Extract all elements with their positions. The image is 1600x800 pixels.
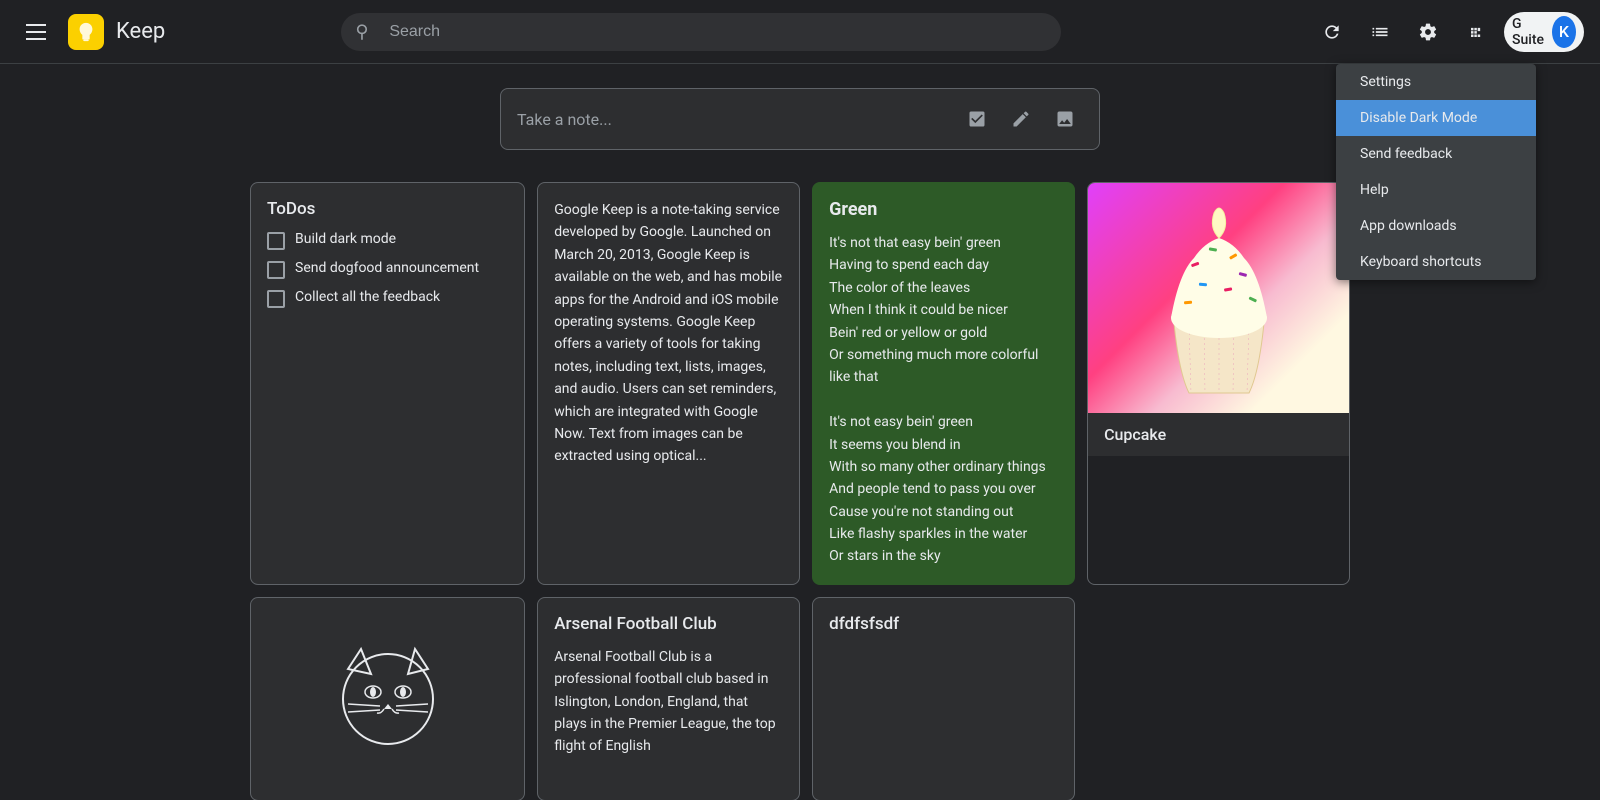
note-input-icons xyxy=(959,101,1083,137)
search-input[interactable] xyxy=(341,13,1061,51)
search-bar[interactable]: ⚲ xyxy=(341,13,1061,51)
dfdf-title: dfdfsfsdf xyxy=(829,614,1058,634)
cat-drawing xyxy=(323,614,453,784)
cat-drawing-card[interactable] xyxy=(250,597,525,800)
dropdown-menu: Settings Disable Dark Mode Send feedback… xyxy=(1336,64,1536,280)
note-input-placeholder: Take a note... xyxy=(517,110,612,129)
hamburger-line xyxy=(26,24,46,26)
settings-button[interactable] xyxy=(1408,12,1448,52)
header-right: G Suite K xyxy=(1312,12,1584,52)
dropdown-send-feedback[interactable]: Send feedback xyxy=(1336,136,1536,172)
todo-item-1: Build dark mode xyxy=(267,231,508,250)
apps-button[interactable] xyxy=(1456,12,1496,52)
checkbox-note-button[interactable] xyxy=(959,101,995,137)
todo-checkbox-3[interactable] xyxy=(267,290,285,308)
cat-sketch-svg xyxy=(323,634,453,764)
todos-title: ToDos xyxy=(267,199,508,219)
arsenal-title: Arsenal Football Club xyxy=(554,614,783,634)
todo-item-2: Send dogfood announcement xyxy=(267,260,508,279)
refresh-button[interactable] xyxy=(1312,12,1352,52)
cupcake-image xyxy=(1088,183,1349,413)
todo-checkbox-2[interactable] xyxy=(267,261,285,279)
dropdown-app-downloads[interactable]: App downloads xyxy=(1336,208,1536,244)
todos-card[interactable]: ToDos Build dark mode Send dogfood annou… xyxy=(250,182,525,585)
search-icon: ⚲ xyxy=(355,21,368,42)
avatar: K xyxy=(1552,16,1576,48)
google-keep-body: Google Keep is a note-taking service dev… xyxy=(554,199,783,468)
todo-checkbox-1[interactable] xyxy=(267,232,285,250)
dropdown-settings[interactable]: Settings xyxy=(1336,64,1536,100)
image-note-button[interactable] xyxy=(1047,101,1083,137)
app-title: Keep xyxy=(116,19,165,44)
hamburger-line xyxy=(26,31,46,33)
todo-item-3: Collect all the feedback xyxy=(267,289,508,308)
green-card[interactable]: Green It's not that easy bein' green Hav… xyxy=(812,182,1075,585)
dropdown-keyboard-shortcuts[interactable]: Keyboard shortcuts xyxy=(1336,244,1536,280)
google-keep-card[interactable]: Google Keep is a note-taking service dev… xyxy=(537,182,800,585)
dfdf-card[interactable]: dfdfsfsdf xyxy=(812,597,1075,800)
arsenal-body: Arsenal Football Club is a professional … xyxy=(554,646,783,758)
arsenal-card[interactable]: Arsenal Football Club Arsenal Football C… xyxy=(537,597,800,800)
dropdown-disable-dark-mode[interactable]: Disable Dark Mode xyxy=(1336,100,1536,136)
green-body: It's not that easy bein' green Having to… xyxy=(829,232,1058,568)
cupcake-title: Cupcake xyxy=(1088,413,1349,456)
todo-text-2: Send dogfood announcement xyxy=(295,260,479,276)
notes-grid: ToDos Build dark mode Send dogfood annou… xyxy=(250,182,1350,800)
app-header: Keep ⚲ G Suite K xyxy=(0,0,1600,64)
keep-logo-icon xyxy=(68,14,104,50)
green-title: Green xyxy=(829,199,1058,220)
todo-text-1: Build dark mode xyxy=(295,231,396,247)
pen-note-button[interactable] xyxy=(1003,101,1039,137)
todo-text-3: Collect all the feedback xyxy=(295,289,440,305)
hamburger-line xyxy=(26,38,46,40)
cupcake-card[interactable]: Cupcake xyxy=(1087,182,1350,585)
list-view-button[interactable] xyxy=(1360,12,1400,52)
hamburger-menu-button[interactable] xyxy=(16,12,56,52)
gsuite-label: G Suite xyxy=(1512,16,1546,48)
dropdown-help[interactable]: Help xyxy=(1336,172,1536,208)
header-left: Keep xyxy=(16,12,216,52)
note-input-area[interactable]: Take a note... xyxy=(500,88,1100,150)
account-button[interactable]: G Suite K xyxy=(1504,12,1584,52)
cupcake-svg xyxy=(1119,193,1319,413)
